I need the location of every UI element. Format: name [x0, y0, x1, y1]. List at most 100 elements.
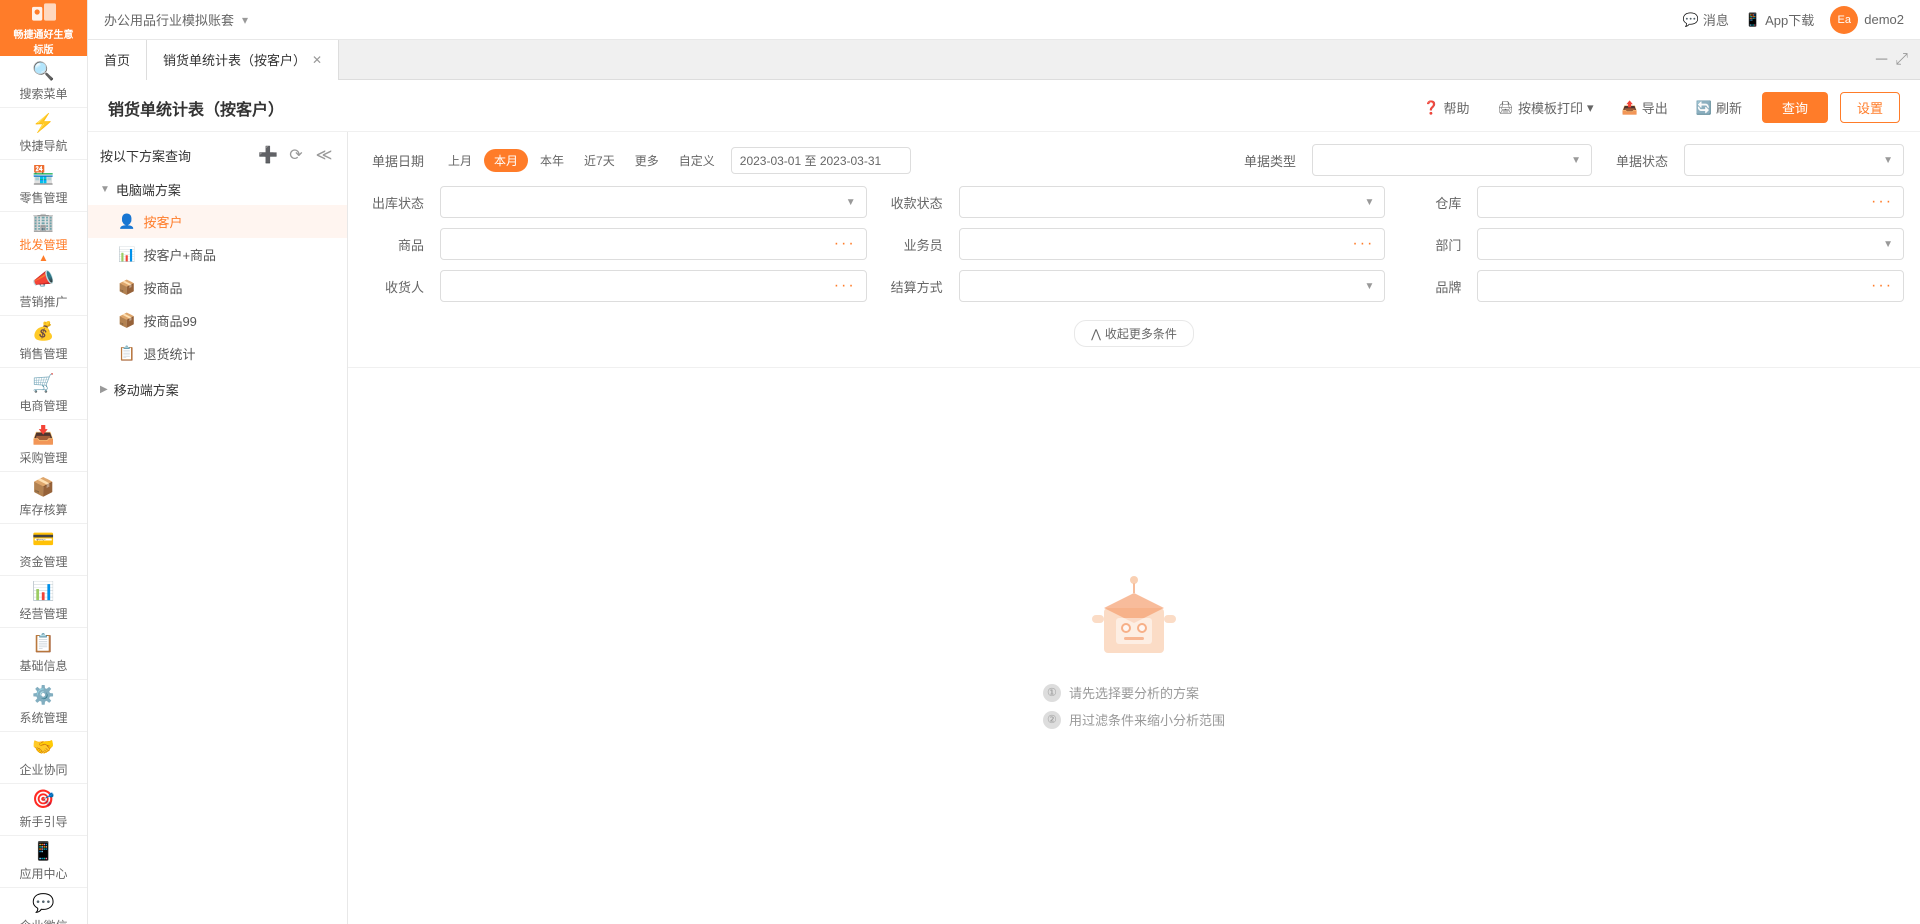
window-controls: ─ ⤢ [1864, 51, 1920, 69]
header-dropdown-icon[interactable]: ▾ [242, 13, 248, 27]
date-tab-this-month[interactable]: 本月 [484, 149, 528, 172]
quicknav-icon: ⚡ [32, 113, 54, 134]
sidebar-item-marketing[interactable]: 📣 营销推广 [0, 264, 87, 316]
product-more-icon[interactable]: ··· [834, 235, 856, 253]
sidebar-item-purchase-label: 采购管理 [19, 449, 67, 466]
sidebar-item-operations[interactable]: 📊 经营管理 [0, 576, 87, 628]
sidebar-item-finance[interactable]: 💳 资金管理 [0, 524, 87, 576]
salesperson-select[interactable]: ··· [959, 228, 1386, 260]
tab-home[interactable]: 首页 [88, 40, 147, 80]
receipt-status-select[interactable]: ▼ [959, 186, 1386, 218]
sidebar-item-retail[interactable]: 🏪 零售管理 [0, 160, 87, 212]
help-button[interactable]: ❓ 帮助 [1415, 94, 1477, 121]
bill-status-select[interactable]: ▼ [1684, 144, 1904, 176]
recipient-select[interactable]: ··· [440, 270, 867, 302]
maximize-window-icon[interactable]: ⤢ [1895, 51, 1908, 69]
refresh-scheme-button[interactable]: ⟳ [285, 144, 307, 166]
bill-status-label: 单据状态 [1608, 151, 1668, 170]
empty-tip-1: ① 请先选择要分析的方案 [1043, 683, 1225, 702]
collapse-panel-button[interactable]: ≪ [313, 144, 335, 166]
filter-row-1: 单据日期 上月 本月 本年 近7天 更多 自定义 2023- [364, 144, 1904, 176]
sidebar-item-purchase[interactable]: 📥 采购管理 [0, 420, 87, 472]
collapse-button[interactable]: ⋀ 收起更多条件 [1074, 320, 1194, 347]
scheme-by-product-icon: 📦 [118, 279, 135, 296]
sidebar-item-wholesale[interactable]: 🏢 批发管理 ▲ [0, 212, 87, 264]
sidebar-item-appcenter[interactable]: 📱 应用中心 [0, 836, 87, 888]
warehouse-more-icon[interactable]: ··· [1871, 193, 1893, 211]
query-button[interactable]: 查询 [1762, 92, 1828, 123]
sidebar-item-sales[interactable]: 💰 销售管理 [0, 316, 87, 368]
scheme-group-mobile-header[interactable]: ▶ 移动端方案 [88, 374, 347, 405]
receipt-status-arrow: ▼ [1364, 197, 1374, 208]
sidebar-item-newbie[interactable]: 🎯 新手引导 [0, 784, 87, 836]
filter-row-3: 商品 ··· 业务员 ··· 部门 ▼ [364, 228, 1904, 260]
inventory-icon: 📦 [32, 477, 54, 498]
scheme-item-by-product[interactable]: 📦 按商品 [88, 271, 347, 304]
date-tabs: 上月 本月 本年 近7天 更多 自定义 [440, 149, 723, 172]
message-button[interactable]: 💬 消息 [1683, 10, 1729, 29]
print-button[interactable]: 🖨 按模板打印 ▾ [1490, 94, 1602, 121]
sidebar-item-ecommerce[interactable]: 🛒 电商管理 [0, 368, 87, 420]
add-scheme-button[interactable]: ➕ [257, 144, 279, 166]
close-tab-icon[interactable]: ✕ [312, 53, 322, 67]
home-tab-label: 首页 [104, 50, 130, 69]
warehouse-select[interactable]: ··· [1477, 186, 1904, 218]
tip-text-1: 请先选择要分析的方案 [1069, 683, 1199, 702]
sidebar-item-inventory[interactable]: 📦 库存核算 [0, 472, 87, 524]
tab-sales-stat[interactable]: 销货单统计表（按客户） ✕ [147, 40, 339, 80]
scheme-by-customer-product-icon: 📊 [118, 246, 135, 263]
date-tab-this-year[interactable]: 本年 [532, 149, 572, 172]
system-icon: ⚙️ [32, 685, 54, 706]
app-subtitle: 标版 [34, 41, 54, 56]
newbie-icon: 🎯 [32, 789, 54, 810]
app-download-icon: 📱 [1745, 12, 1761, 28]
left-panel: 按以下方案查询 ➕ ⟳ ≪ ▼ 电脑端方案 👤 按客户 [88, 132, 348, 924]
sidebar-item-operations-label: 经营管理 [19, 605, 67, 622]
export-button[interactable]: 📤 导出 [1614, 94, 1676, 121]
date-range-input[interactable]: 2023-03-01 至 2023-03-31 [731, 147, 911, 174]
scheme-item-by-product-99[interactable]: 📦 按商品99 [88, 304, 347, 337]
refresh-button[interactable]: 🔄 刷新 [1688, 94, 1750, 121]
sidebar-item-newbie-label: 新手引导 [19, 813, 67, 830]
panel-header-actions: ➕ ⟳ ≪ [257, 144, 335, 166]
scheme-item-by-customer[interactable]: 👤 按客户 [88, 205, 347, 238]
filter-row-2: 出库状态 ▼ 收款状态 ▼ 仓库 ··· [364, 186, 1904, 218]
collapse-icon: ⋀ [1091, 327, 1101, 341]
sidebar-item-search-label: 搜索菜单 [19, 85, 67, 102]
sidebar-item-system[interactable]: ⚙️ 系统管理 [0, 680, 87, 732]
scheme-item-return-stat[interactable]: 📋 退货统计 [88, 337, 347, 370]
recipient-more-icon[interactable]: ··· [834, 277, 856, 295]
sidebar-item-search[interactable]: 🔍 搜索菜单 [0, 56, 87, 108]
operations-icon: 📊 [32, 581, 54, 602]
department-select[interactable]: ▼ [1477, 228, 1904, 260]
product-select[interactable]: ··· [440, 228, 867, 260]
date-tab-custom[interactable]: 自定义 [671, 149, 723, 172]
purchase-icon: 📥 [32, 425, 54, 446]
sidebar-item-basic[interactable]: 📋 基础信息 [0, 628, 87, 680]
brand-select[interactable]: ··· [1477, 270, 1904, 302]
outbound-status-select[interactable]: ▼ [440, 186, 867, 218]
main-area: 办公用品行业模拟账套 ▾ 💬 消息 📱 App下载 Ea demo2 首页 [88, 0, 1920, 924]
settlement-select[interactable]: ▼ [959, 270, 1386, 302]
date-tab-more[interactable]: 更多 [627, 149, 667, 172]
app-download-button[interactable]: 📱 App下载 [1745, 10, 1814, 29]
sidebar-item-sales-label: 销售管理 [19, 345, 67, 362]
brand-more-icon[interactable]: ··· [1871, 277, 1893, 295]
scheme-item-by-customer-product[interactable]: 📊 按客户+商品 [88, 238, 347, 271]
bill-type-select[interactable]: ▼ [1312, 144, 1592, 176]
tip-num-1: ① [1043, 684, 1061, 702]
empty-illustration [1074, 563, 1194, 663]
sidebar-item-wechat[interactable]: 💬 企业微信 [0, 888, 87, 924]
scheme-by-product-label: 按商品 [143, 278, 182, 297]
sidebar-item-enterprise[interactable]: 🤝 企业协同 [0, 732, 87, 784]
settings-button[interactable]: 设置 [1840, 92, 1900, 123]
search-icon: 🔍 [32, 61, 54, 82]
salesperson-more-icon[interactable]: ··· [1352, 235, 1374, 253]
date-tab-7-days[interactable]: 近7天 [576, 149, 623, 172]
date-tab-last-month[interactable]: 上月 [440, 149, 480, 172]
sidebar-item-quicknav[interactable]: ⚡ 快捷导航 [0, 108, 87, 160]
user-menu[interactable]: Ea demo2 [1830, 6, 1904, 34]
message-label: 消息 [1703, 10, 1729, 29]
scheme-group-desktop-header[interactable]: ▼ 电脑端方案 [88, 174, 347, 205]
minimize-window-icon[interactable]: ─ [1876, 51, 1887, 69]
